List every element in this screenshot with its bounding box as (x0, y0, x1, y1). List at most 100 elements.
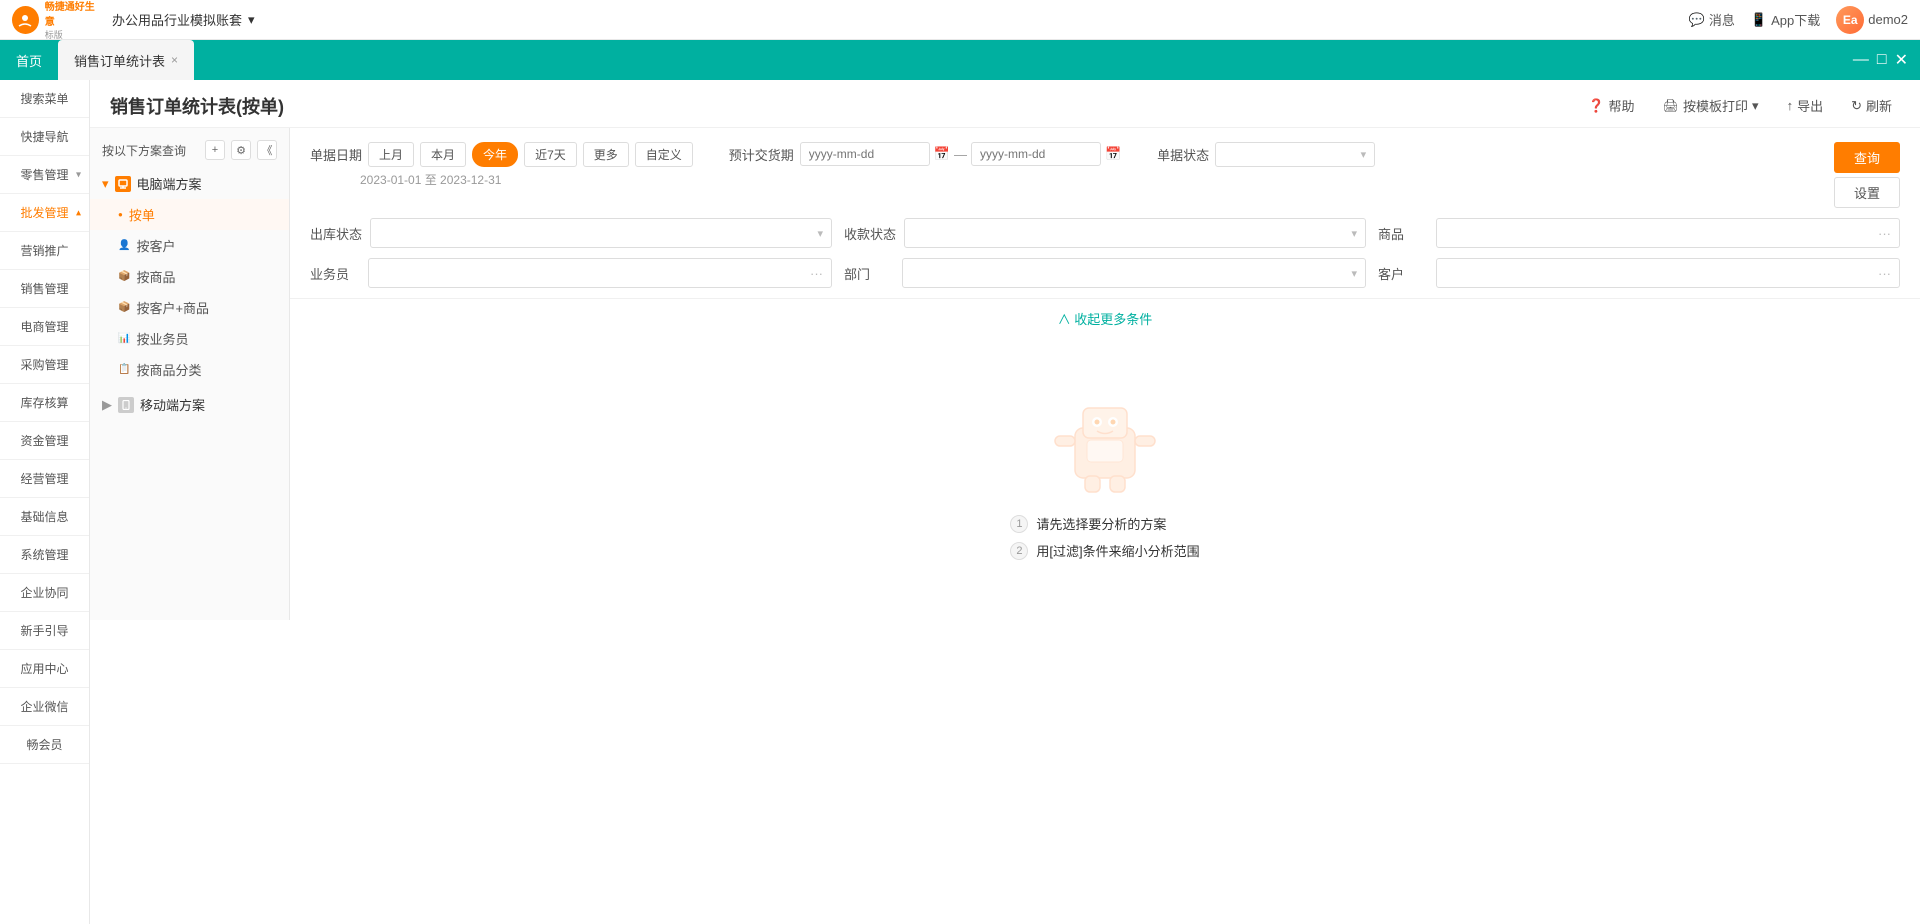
status-select[interactable]: ▾ (1215, 142, 1375, 167)
collapse-bar[interactable]: ∧ 收起更多条件 (290, 298, 1920, 338)
tab-close-window-btn[interactable]: ✕ (1895, 50, 1908, 70)
solution-item-by-cust-prod[interactable]: 📦 按客户+商品 (90, 292, 289, 323)
solution-item-by-order[interactable]: ● 按单 (90, 199, 289, 230)
date-this-year-btn[interactable]: 今年 (472, 142, 518, 167)
calendar-icon-2[interactable]: 📅 (1105, 146, 1121, 162)
solution-item-by-customer[interactable]: 👤 按客户 (90, 230, 289, 261)
solution-group-pc-header[interactable]: ▾ 电脑端方案 (90, 168, 289, 199)
solution-item-by-category[interactable]: 📋 按商品分类 (90, 354, 289, 385)
sidebar-item-enterprise-wechat[interactable]: 企业微信 (0, 688, 89, 726)
tab-sales-label: 销售订单统计表 (74, 51, 165, 70)
mobile-group-arrow-icon: ▶ (102, 397, 112, 413)
sidebar-item-inventory[interactable]: 库存核算 (0, 384, 89, 422)
tab-sales-order-stats[interactable]: 销售订单统计表 × (58, 40, 194, 80)
sidebar-item-quick-nav[interactable]: 快捷导航 (0, 118, 89, 156)
customer-input[interactable]: ··· (1436, 258, 1900, 288)
tab-home[interactable]: 首页 (0, 40, 58, 80)
pc-group-label: 电脑端方案 (137, 174, 202, 193)
expected-date-label: 预计交货期 (729, 145, 794, 164)
sidebar-item-sales-mgmt[interactable]: 销售管理 (0, 270, 89, 308)
sidebar-item-marketing[interactable]: 营销推广 (0, 232, 89, 270)
page-content: 销售订单统计表(按单) ❓ 帮助 🖨 按模板打印 ▾ ↑ 导出 (90, 80, 1920, 924)
sidebar-item-new-guide[interactable]: 新手引导 (0, 612, 89, 650)
export-icon: ↑ (1787, 98, 1794, 113)
messages-btn[interactable]: 💬 消息 (1689, 10, 1735, 29)
sidebar-item-finance-mgmt[interactable]: 资金管理 (0, 422, 89, 460)
solution-collapse-btn[interactable]: 《 (257, 140, 277, 160)
basic-info-label: 基础信息 (20, 510, 68, 524)
solution-group-mobile-header[interactable]: ▶ 移动端方案 (90, 389, 289, 420)
filter-row2: 出库状态 ▾ 收款状态 ▾ (310, 218, 1900, 248)
date-7days-btn[interactable]: 近7天 (524, 142, 577, 167)
mobile-group-label: 移动端方案 (140, 395, 205, 414)
date-this-month-btn[interactable]: 本月 (420, 142, 466, 167)
hint-num-1: 1 (1010, 515, 1028, 533)
dept-select[interactable]: ▾ (902, 258, 1366, 288)
sidebar-item-enterprise[interactable]: 企业协同 (0, 574, 89, 612)
sidebar-item-purchase-mgmt[interactable]: 采购管理 (0, 346, 89, 384)
by-customer-icon: 👤 (118, 240, 130, 251)
refresh-btn[interactable]: ↻ 刷新 (1843, 92, 1900, 119)
download-icon: 📱 (1751, 12, 1767, 28)
marketing-label: 营销推广 (20, 244, 68, 258)
product-input[interactable]: ··· (1436, 218, 1900, 248)
retail-arrow-icon: ▾ (76, 169, 81, 180)
export-btn[interactable]: ↑ 导出 (1779, 92, 1832, 119)
query-btn[interactable]: 查询 (1834, 142, 1900, 173)
tab-maximize-btn[interactable]: □ (1877, 51, 1887, 69)
date-separator: — (954, 147, 967, 162)
app-download-btn[interactable]: 📱 App下载 (1751, 10, 1820, 29)
sidebar-item-ecom-mgmt[interactable]: 电商管理 (0, 308, 89, 346)
solution-add-btn[interactable]: + (205, 140, 225, 160)
date-section: 单据日期 上月 本月 今年 近7天 更多 自定义 2023-01-01 至 20… (310, 142, 693, 188)
sidebar-item-search-menu[interactable]: 搜索菜单 (0, 80, 89, 118)
sales-mgmt-label: 销售管理 (20, 282, 68, 296)
empty-hint-2: 2 用[过滤]条件来缩小分析范围 (1010, 541, 1199, 560)
user-area[interactable]: Ea demo2 (1836, 6, 1908, 34)
empty-hints: 1 请先选择要分析的方案 2 用[过滤]条件来缩小分析范围 (1010, 514, 1199, 560)
calendar-icon-1[interactable]: 📅 (934, 146, 950, 162)
filter-row3: 业务员 ··· 部门 ▾ (310, 258, 1900, 288)
help-btn[interactable]: ❓ 帮助 (1580, 92, 1642, 119)
date-last-month-btn[interactable]: 上月 (368, 142, 414, 167)
empty-hint-1: 1 请先选择要分析的方案 (1010, 514, 1199, 533)
sidebar-item-basic-info[interactable]: 基础信息 (0, 498, 89, 536)
sidebar-item-biz-mgmt[interactable]: 经营管理 (0, 460, 89, 498)
filter-field-dept: 部门 ▾ (844, 258, 1366, 288)
sales-dots-icon[interactable]: ··· (810, 266, 823, 281)
out-status-select[interactable]: ▾ (370, 218, 832, 248)
date-more-btn[interactable]: 更多 (583, 142, 629, 167)
status-label: 单据状态 (1157, 145, 1209, 164)
sidebar: 搜索菜单 快捷导航 零售管理 ▾ 批发管理 ▴ 营销推广 销售管理 电商管理 采… (0, 80, 90, 924)
enterprise-wechat-label: 企业微信 (20, 700, 68, 714)
solution-item-by-product[interactable]: 📦 按商品 (90, 261, 289, 292)
sales-input[interactable]: ··· (368, 258, 832, 288)
refresh-icon: ↻ (1851, 98, 1862, 114)
customer-dots-icon[interactable]: ··· (1878, 266, 1891, 281)
sidebar-item-system-mgmt[interactable]: 系统管理 (0, 536, 89, 574)
product-dots-icon[interactable]: ··· (1878, 226, 1891, 241)
expected-date-end-input[interactable] (971, 142, 1101, 166)
solution-item-by-sales[interactable]: 📊 按业务员 (90, 323, 289, 354)
tab-minimize-btn[interactable]: — (1853, 51, 1869, 69)
page-title: 销售订单统计表(按单) (110, 93, 284, 119)
print-arrow-icon: ▾ (1752, 98, 1759, 114)
sidebar-item-retail-mgmt[interactable]: 零售管理 ▾ (0, 156, 89, 194)
expected-date-start-input[interactable] (800, 142, 930, 166)
breadcrumb-title: 办公用品行业模拟账套 (112, 10, 242, 29)
sidebar-item-wholesale-mgmt[interactable]: 批发管理 ▴ (0, 194, 89, 232)
app-center-label: 应用中心 (20, 662, 68, 676)
settings-filter-btn[interactable]: 设置 (1834, 177, 1900, 208)
date-custom-btn[interactable]: 自定义 (635, 142, 693, 167)
sidebar-item-app-center[interactable]: 应用中心 (0, 650, 89, 688)
tab-close-btn[interactable]: × (171, 53, 178, 67)
by-cust-prod-icon: 📦 (118, 302, 130, 313)
inventory-label: 库存核算 (20, 396, 68, 410)
status-select-arrow-icon: ▾ (1361, 148, 1367, 161)
solution-settings-btn[interactable]: ⚙ (231, 140, 251, 160)
by-sales-icon: 📊 (118, 333, 130, 344)
sidebar-item-member[interactable]: 畅会员 (0, 726, 89, 764)
filter-top-area: 单据日期 上月 本月 今年 近7天 更多 自定义 2023-01-01 至 20… (290, 128, 1920, 298)
template-print-btn[interactable]: 🖨 按模板打印 ▾ (1655, 92, 1767, 119)
pay-status-select[interactable]: ▾ (904, 218, 1366, 248)
